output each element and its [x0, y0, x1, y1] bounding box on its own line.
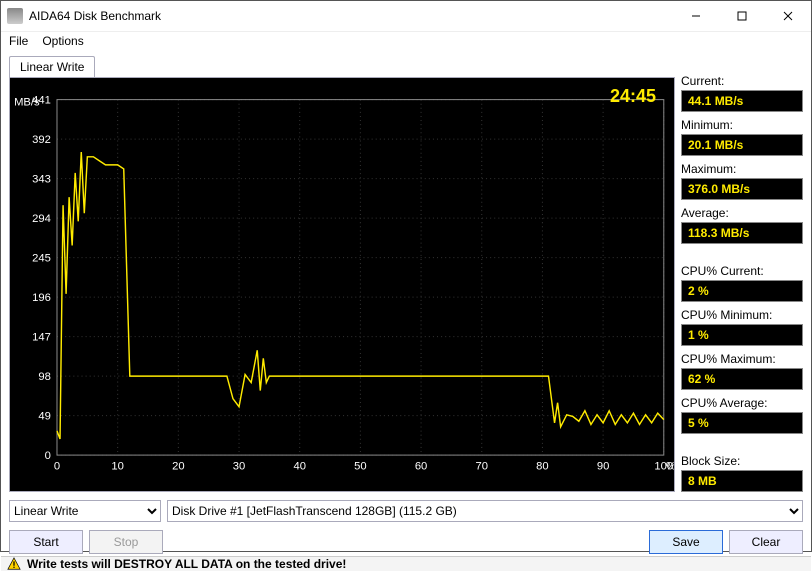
svg-text:0: 0	[45, 450, 51, 462]
svg-text:60: 60	[415, 460, 427, 472]
svg-text:392: 392	[32, 134, 51, 146]
value-cpu-current: 2 %	[681, 280, 803, 302]
svg-text:80: 80	[536, 460, 548, 472]
label-cpu-average: CPU% Average:	[681, 396, 803, 410]
window-title: AIDA64 Disk Benchmark	[29, 9, 673, 23]
svg-text:40: 40	[293, 460, 305, 472]
drive-select[interactable]: Disk Drive #1 [JetFlashTranscend 128GB] …	[167, 500, 803, 522]
maximize-button[interactable]	[719, 1, 765, 31]
label-maximum: Maximum:	[681, 162, 803, 176]
value-cpu-minimum: 1 %	[681, 324, 803, 346]
svg-text:30: 30	[233, 460, 245, 472]
label-block-size: Block Size:	[681, 454, 803, 468]
svg-text:10: 10	[111, 460, 123, 472]
benchmark-chart: 0499814719624529434339244101020304050607…	[10, 78, 674, 491]
label-current: Current:	[681, 74, 803, 88]
label-cpu-minimum: CPU% Minimum:	[681, 308, 803, 322]
svg-text:MB/s: MB/s	[14, 97, 40, 109]
tab-strip: Linear Write	[9, 56, 675, 77]
value-block-size: 8 MB	[681, 470, 803, 492]
svg-text:20: 20	[172, 460, 184, 472]
svg-text:294: 294	[32, 213, 51, 225]
svg-text:0: 0	[54, 460, 60, 472]
start-button[interactable]: Start	[9, 530, 83, 554]
svg-text:49: 49	[38, 411, 50, 423]
svg-text:196: 196	[32, 292, 51, 304]
stats-panel: Current: 44.1 MB/s Minimum: 20.1 MB/s Maxi…	[681, 56, 803, 492]
svg-text:343: 343	[32, 174, 51, 186]
value-cpu-maximum: 62 %	[681, 368, 803, 390]
svg-text:70: 70	[476, 460, 488, 472]
close-button[interactable]	[765, 1, 811, 31]
save-button[interactable]: Save	[649, 530, 723, 554]
value-cpu-average: 5 %	[681, 412, 803, 434]
test-mode-select[interactable]: Linear Write	[9, 500, 161, 522]
label-cpu-maximum: CPU% Maximum:	[681, 352, 803, 366]
status-warning: Write tests will DESTROY ALL DATA on the…	[27, 557, 346, 571]
svg-text:147: 147	[32, 332, 51, 344]
titlebar: AIDA64 Disk Benchmark	[1, 1, 811, 32]
svg-text:50: 50	[354, 460, 366, 472]
label-average: Average:	[681, 206, 803, 220]
status-bar: Write tests will DESTROY ALL DATA on the…	[1, 556, 811, 571]
value-maximum: 376.0 MB/s	[681, 178, 803, 200]
elapsed-timer: 24:45	[610, 86, 656, 107]
chart-area: 0499814719624529434339244101020304050607…	[9, 77, 675, 492]
stop-button[interactable]: Stop	[89, 530, 163, 554]
tab-linear-write[interactable]: Linear Write	[9, 56, 95, 77]
value-minimum: 20.1 MB/s	[681, 134, 803, 156]
clear-button[interactable]: Clear	[729, 530, 803, 554]
menu-file[interactable]: File	[9, 34, 28, 48]
menu-options[interactable]: Options	[42, 34, 83, 48]
svg-text:98: 98	[38, 371, 50, 383]
svg-text:%: %	[666, 460, 674, 472]
app-window: AIDA64 Disk Benchmark File Options Linea…	[0, 0, 812, 552]
minimize-button[interactable]	[673, 1, 719, 31]
label-minimum: Minimum:	[681, 118, 803, 132]
svg-text:245: 245	[32, 253, 51, 265]
menu-bar: File Options	[1, 32, 811, 50]
value-average: 118.3 MB/s	[681, 222, 803, 244]
warning-icon	[7, 557, 21, 571]
value-current: 44.1 MB/s	[681, 90, 803, 112]
app-icon	[7, 8, 23, 24]
client-area: Linear Write 049981471962452943433924410…	[1, 50, 811, 556]
label-cpu-current: CPU% Current:	[681, 264, 803, 278]
svg-text:90: 90	[597, 460, 609, 472]
